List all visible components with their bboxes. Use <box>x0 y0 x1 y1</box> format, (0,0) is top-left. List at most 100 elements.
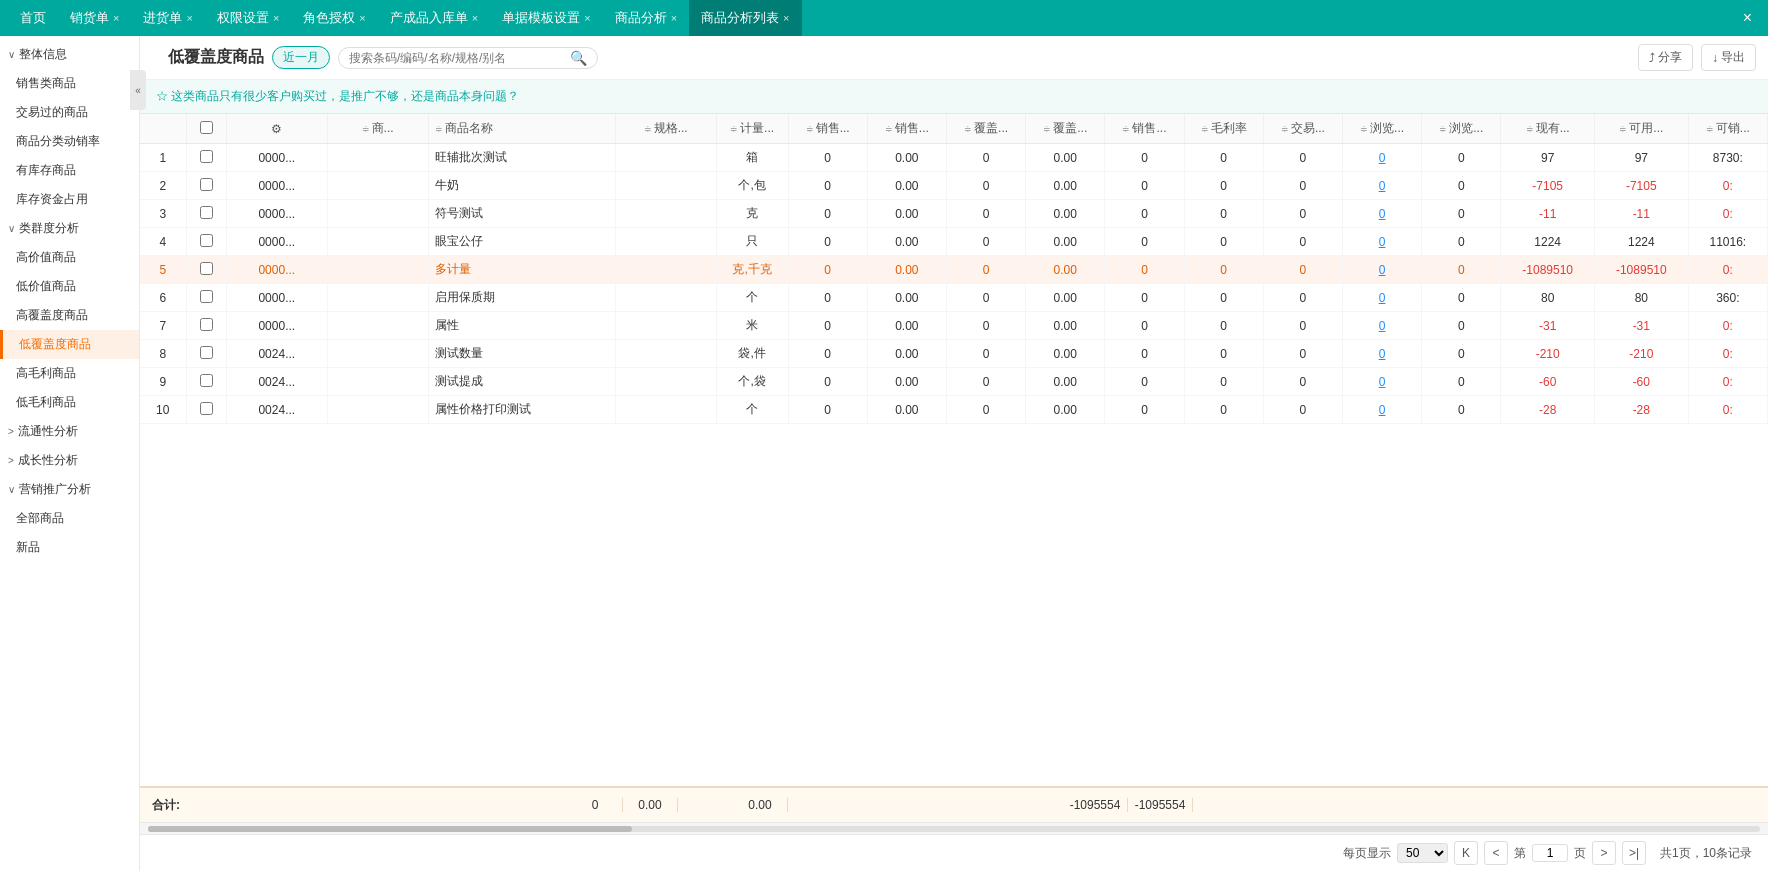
sidebar-item-low-coverage[interactable]: 低覆盖度商品 <box>0 330 139 359</box>
row-browse1[interactable]: 0 <box>1342 228 1421 256</box>
row-checkbox[interactable] <box>200 318 213 331</box>
page-number-input[interactable] <box>1532 844 1568 862</box>
row-checkbox[interactable] <box>200 290 213 303</box>
col-header-browse1[interactable]: ≑浏览... <box>1342 114 1421 144</box>
nav-template-settings[interactable]: 单据模板设置 × <box>490 0 602 36</box>
col-header-cover2[interactable]: ≑覆盖... <box>1026 114 1105 144</box>
export-button[interactable]: ↓ 导出 <box>1701 44 1756 71</box>
col-header-trade[interactable]: ≑交易... <box>1263 114 1342 144</box>
sidebar-item-all-products[interactable]: 全部商品 <box>0 504 139 533</box>
row-browse1[interactable]: 0 <box>1342 256 1421 284</box>
sidebar-section-overall[interactable]: ∨ 整体信息 <box>0 40 139 69</box>
nav-close-sales[interactable]: × <box>113 12 119 24</box>
nav-close-finished-goods[interactable]: × <box>472 12 478 24</box>
col-header-salesamt[interactable]: ≑销售... <box>867 114 946 144</box>
row-checkbox[interactable] <box>200 262 213 275</box>
row-browse1[interactable]: 0 <box>1342 200 1421 228</box>
row-checkbox-cell[interactable] <box>186 228 226 256</box>
next-page-button[interactable]: > <box>1592 841 1616 865</box>
nav-close-template-settings[interactable]: × <box>584 12 590 24</box>
sidebar-item-low-value[interactable]: 低价值商品 <box>0 272 139 301</box>
share-button[interactable]: ⤴ 分享 <box>1638 44 1693 71</box>
col-header-avail[interactable]: ≑可销... <box>1688 114 1767 144</box>
row-checkbox-cell[interactable] <box>186 312 226 340</box>
nav-close-product-analysis[interactable]: × <box>671 12 677 24</box>
row-checkbox-cell[interactable] <box>186 284 226 312</box>
nav-permissions[interactable]: 权限设置 × <box>205 0 291 36</box>
nav-close-purchase[interactable]: × <box>186 12 192 24</box>
row-checkbox[interactable] <box>200 346 213 359</box>
row-checkbox-cell[interactable] <box>186 368 226 396</box>
col-header-browse2[interactable]: ≑浏览... <box>1422 114 1501 144</box>
last-page-button[interactable]: >| <box>1622 841 1646 865</box>
sidebar-item-new-products[interactable]: 新品 <box>0 533 139 562</box>
row-checkbox-cell[interactable] <box>186 200 226 228</box>
row-checkbox-cell[interactable] <box>186 340 226 368</box>
row-browse1[interactable]: 0 <box>1342 340 1421 368</box>
row-checkbox[interactable] <box>200 178 213 191</box>
row-name: 启用保质期 <box>428 284 615 312</box>
scrollbar-thumb[interactable] <box>148 826 632 832</box>
nav-roles[interactable]: 角色授权 × <box>291 0 377 36</box>
tab-recent-month[interactable]: 近一月 <box>272 46 330 69</box>
col-header-stock1[interactable]: ≑现有... <box>1501 114 1595 144</box>
sidebar-section-marketing[interactable]: ∨ 营销推广分析 <box>0 475 139 504</box>
row-checkbox[interactable] <box>200 234 213 247</box>
row-stock2: -60 <box>1595 368 1689 396</box>
sidebar-section-cluster[interactable]: ∨ 类群度分析 <box>0 214 139 243</box>
row-browse1[interactable]: 0 <box>1342 284 1421 312</box>
row-checkbox-cell[interactable] <box>186 396 226 424</box>
row-checkbox[interactable] <box>200 150 213 163</box>
sidebar-item-traded-products[interactable]: 交易过的商品 <box>0 98 139 127</box>
row-checkbox[interactable] <box>200 402 213 415</box>
col-header-spec[interactable]: ≑规格... <box>615 114 716 144</box>
row-browse1[interactable]: 0 <box>1342 172 1421 200</box>
row-checkbox-cell[interactable] <box>186 144 226 172</box>
search-icon[interactable]: 🔍 <box>570 50 587 66</box>
col-header-unit[interactable]: ≑计量... <box>716 114 788 144</box>
row-checkbox-cell[interactable] <box>186 172 226 200</box>
col-header-salescnt[interactable]: ≑销售... <box>1105 114 1184 144</box>
col-header-name[interactable]: ≑商品名称 <box>428 114 615 144</box>
row-browse1[interactable]: 0 <box>1342 396 1421 424</box>
sidebar-item-high-margin[interactable]: 高毛利商品 <box>0 359 139 388</box>
nav-product-analysis[interactable]: 商品分析 × <box>603 0 689 36</box>
per-page-select[interactable]: 50 20 100 <box>1397 843 1448 863</box>
col-header-code[interactable]: ≑商... <box>327 114 428 144</box>
sidebar-section-circulation[interactable]: > 流通性分析 <box>0 417 139 446</box>
col-header-cover1[interactable]: ≑覆盖... <box>946 114 1025 144</box>
col-header-gross[interactable]: ≑毛利率 <box>1184 114 1263 144</box>
sidebar-item-inventory-capital[interactable]: 库存资金占用 <box>0 185 139 214</box>
col-header-salesqty[interactable]: ≑销售... <box>788 114 867 144</box>
nav-purchase[interactable]: 进货单 × <box>131 0 204 36</box>
search-input[interactable] <box>349 51 566 65</box>
select-all-checkbox[interactable] <box>200 121 213 134</box>
nav-sales[interactable]: 销货单 × <box>58 0 131 36</box>
nav-home[interactable]: 首页 <box>8 0 58 36</box>
row-browse1[interactable]: 0 <box>1342 368 1421 396</box>
nav-close-roles[interactable]: × <box>359 12 365 24</box>
sidebar-item-sales-products[interactable]: 销售类商品 <box>0 69 139 98</box>
col-header-settings[interactable]: ⚙ <box>226 114 327 144</box>
nav-product-analysis-list[interactable]: 商品分析列表 × <box>689 0 801 36</box>
nav-finished-goods[interactable]: 产成品入库单 × <box>378 0 490 36</box>
row-checkbox-cell[interactable] <box>186 256 226 284</box>
horizontal-scrollbar[interactable] <box>140 822 1768 834</box>
sidebar-item-high-value[interactable]: 高价值商品 <box>0 243 139 272</box>
col-header-stock2[interactable]: ≑可用... <box>1595 114 1689 144</box>
sidebar-item-low-margin[interactable]: 低毛利商品 <box>0 388 139 417</box>
sidebar-item-category-sales-rate[interactable]: 商品分类动销率 <box>0 127 139 156</box>
row-checkbox[interactable] <box>200 206 213 219</box>
first-page-button[interactable]: K <box>1454 841 1478 865</box>
sidebar-section-growth[interactable]: > 成长性分析 <box>0 446 139 475</box>
sidebar-item-in-stock[interactable]: 有库存商品 <box>0 156 139 185</box>
nav-close-permissions[interactable]: × <box>273 12 279 24</box>
row-browse1[interactable]: 0 <box>1342 144 1421 172</box>
row-checkbox[interactable] <box>200 374 213 387</box>
sidebar-item-high-coverage[interactable]: 高覆盖度商品 <box>0 301 139 330</box>
window-close-button[interactable]: × <box>1735 9 1760 27</box>
sidebar-collapse-button[interactable]: « <box>140 70 146 110</box>
row-browse1[interactable]: 0 <box>1342 312 1421 340</box>
nav-close-product-analysis-list[interactable]: × <box>783 12 789 24</box>
prev-page-button[interactable]: < <box>1484 841 1508 865</box>
